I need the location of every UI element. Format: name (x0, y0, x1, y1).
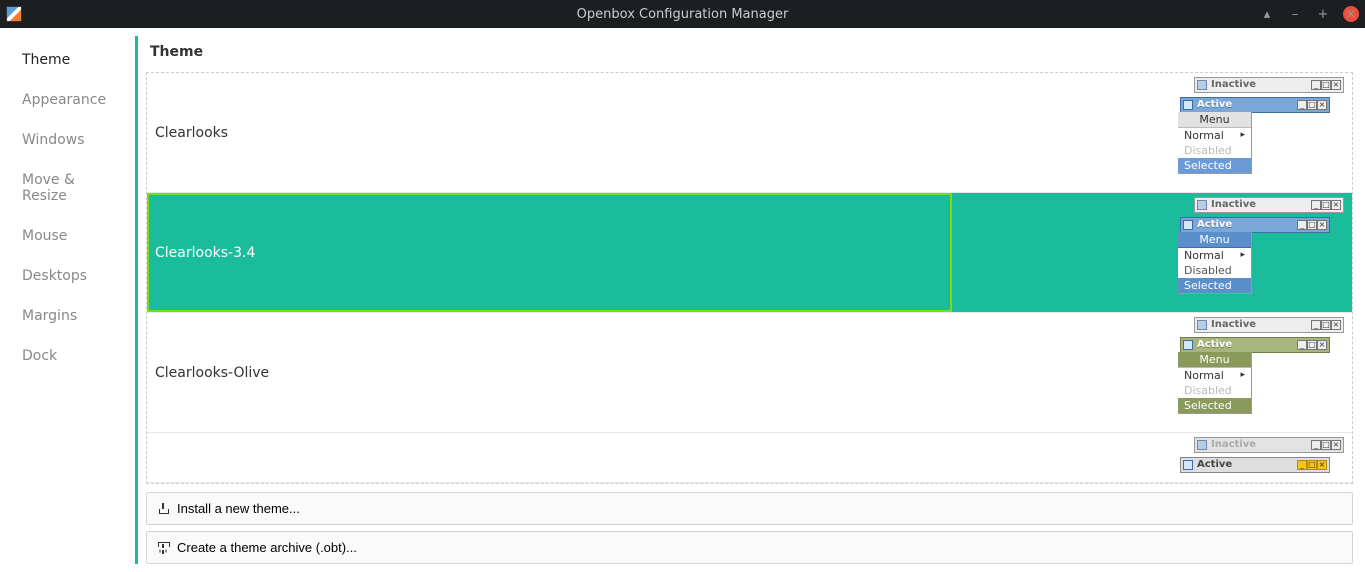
theme-actions: Install a new theme... Create a theme ar… (146, 492, 1353, 564)
preview-active-titlebar: Active _□× (1180, 457, 1330, 473)
preview-inactive-label: Inactive (1211, 200, 1307, 210)
page-title: Theme (146, 36, 1353, 72)
theme-row-clearlooks-olive[interactable]: Clearlooks-Olive Inactive _□× Active _□×… (147, 313, 1352, 433)
theme-preview: Inactive _□× Active _□× Menu Normal▸ Dis… (1194, 317, 1344, 414)
sidebar-item-move-resize[interactable]: Move & Resize (8, 160, 135, 216)
preview-menu: Menu Normal▸ Disabled Selected (1178, 352, 1252, 414)
preview-menu-normal: Normal▸ (1178, 128, 1251, 143)
sidebar-item-desktops[interactable]: Desktops (8, 256, 135, 296)
preview-inactive-label: Inactive (1211, 320, 1307, 330)
window-icon (1183, 220, 1193, 230)
preview-active-titlebar: Active _□× (1180, 337, 1330, 353)
theme-row-partial[interactable]: Inactive _□× Active _□× (147, 433, 1352, 483)
window-icon (1197, 440, 1207, 450)
preview-menu-title: Menu (1178, 232, 1251, 248)
preview-inactive-titlebar: Inactive _□× (1194, 437, 1344, 453)
sidebar-item-theme[interactable]: Theme (8, 40, 135, 80)
preview-menu: Menu Normal▸ Disabled Selected (1178, 112, 1252, 174)
create-archive-button[interactable]: Create a theme archive (.obt)... (146, 531, 1353, 564)
preview-inactive-label: Inactive (1211, 80, 1307, 90)
titlebar: Openbox Configuration Manager ▴ – + × (0, 0, 1365, 28)
sidebar-item-appearance[interactable]: Appearance (8, 80, 135, 120)
titlebar-buttons: _□× (1311, 440, 1341, 450)
preview-inactive-label: Inactive (1211, 440, 1307, 450)
upload-icon (157, 503, 169, 515)
titlebar-buttons: _□× (1311, 320, 1341, 330)
preview-inactive-titlebar: Inactive _□× (1194, 197, 1344, 213)
theme-row-clearlooks[interactable]: Clearlooks Inactive _□× Active _□× Menu (147, 73, 1352, 193)
window-controls: ▴ – + × (1259, 6, 1359, 22)
window-minimize-icon[interactable]: – (1287, 6, 1303, 22)
main: Theme Appearance Windows Move & Resize M… (0, 28, 1365, 572)
preview-menu-selected: Selected (1178, 278, 1251, 293)
content: Theme Clearlooks Inactive _□× Active _□× (142, 36, 1357, 564)
preview-active-titlebar: Active _□× (1180, 97, 1330, 113)
window-icon (1183, 340, 1193, 350)
window-icon (1183, 100, 1193, 110)
sidebar-item-dock[interactable]: Dock (8, 336, 135, 376)
theme-row-clearlooks-3-4[interactable]: Clearlooks-3.4 Inactive _□× Active _□× M… (147, 193, 1352, 313)
window-icon (1183, 460, 1193, 470)
window-icon (1197, 320, 1207, 330)
sidebar-item-margins[interactable]: Margins (8, 296, 135, 336)
titlebar-buttons: _□× (1311, 200, 1341, 210)
theme-name: Clearlooks (155, 125, 228, 141)
window-icon (1197, 80, 1207, 90)
create-archive-label: Create a theme archive (.obt)... (177, 540, 357, 555)
preview-menu-disabled: Disabled (1178, 383, 1251, 398)
preview-inactive-titlebar: Inactive _□× (1194, 317, 1344, 333)
sidebar-item-mouse[interactable]: Mouse (8, 216, 135, 256)
preview-menu-selected: Selected (1178, 158, 1251, 173)
titlebar-buttons: _□× (1311, 80, 1341, 90)
preview-menu-disabled: Disabled (1178, 143, 1251, 158)
preview-active-label: Active (1197, 220, 1293, 230)
titlebar-buttons: _□× (1297, 460, 1327, 470)
preview-menu-normal: Normal▸ (1178, 368, 1251, 383)
preview-inactive-titlebar: Inactive _□× (1194, 77, 1344, 93)
preview-active-label: Active (1197, 100, 1293, 110)
preview-active-titlebar: Active _□× (1180, 217, 1330, 233)
preview-menu-title: Menu (1178, 352, 1251, 368)
window-maximize-icon[interactable]: + (1315, 6, 1331, 22)
titlebar-buttons: _□× (1297, 220, 1327, 230)
download-icon (157, 542, 169, 554)
preview-menu: Menu Normal▸ Disabled Selected (1178, 232, 1252, 294)
theme-preview: Inactive _□× Active _□× Menu Normal▸ Dis… (1194, 77, 1344, 174)
preview-menu-title: Menu (1178, 112, 1251, 128)
window-title: Openbox Configuration Manager (0, 7, 1365, 22)
theme-list[interactable]: Clearlooks Inactive _□× Active _□× Menu (146, 72, 1353, 484)
theme-preview: Inactive _□× Active _□× (1194, 437, 1344, 473)
install-theme-button[interactable]: Install a new theme... (146, 492, 1353, 525)
window-shade-icon[interactable]: ▴ (1259, 6, 1275, 22)
titlebar-buttons: _□× (1297, 100, 1327, 110)
theme-name: Clearlooks-3.4 (155, 245, 255, 261)
theme-preview: Inactive _□× Active _□× Menu Normal▸ Dis… (1194, 197, 1344, 294)
preview-menu-selected: Selected (1178, 398, 1251, 413)
sidebar: Theme Appearance Windows Move & Resize M… (8, 36, 138, 564)
window-close-icon[interactable]: × (1343, 6, 1359, 22)
theme-name: Clearlooks-Olive (155, 365, 269, 381)
titlebar-buttons: _□× (1297, 340, 1327, 350)
window-icon (1197, 200, 1207, 210)
preview-menu-normal: Normal▸ (1178, 248, 1251, 263)
preview-active-label: Active (1197, 460, 1293, 470)
install-theme-label: Install a new theme... (177, 501, 300, 516)
sidebar-item-windows[interactable]: Windows (8, 120, 135, 160)
preview-active-label: Active (1197, 340, 1293, 350)
preview-menu-disabled: Disabled (1178, 263, 1251, 278)
